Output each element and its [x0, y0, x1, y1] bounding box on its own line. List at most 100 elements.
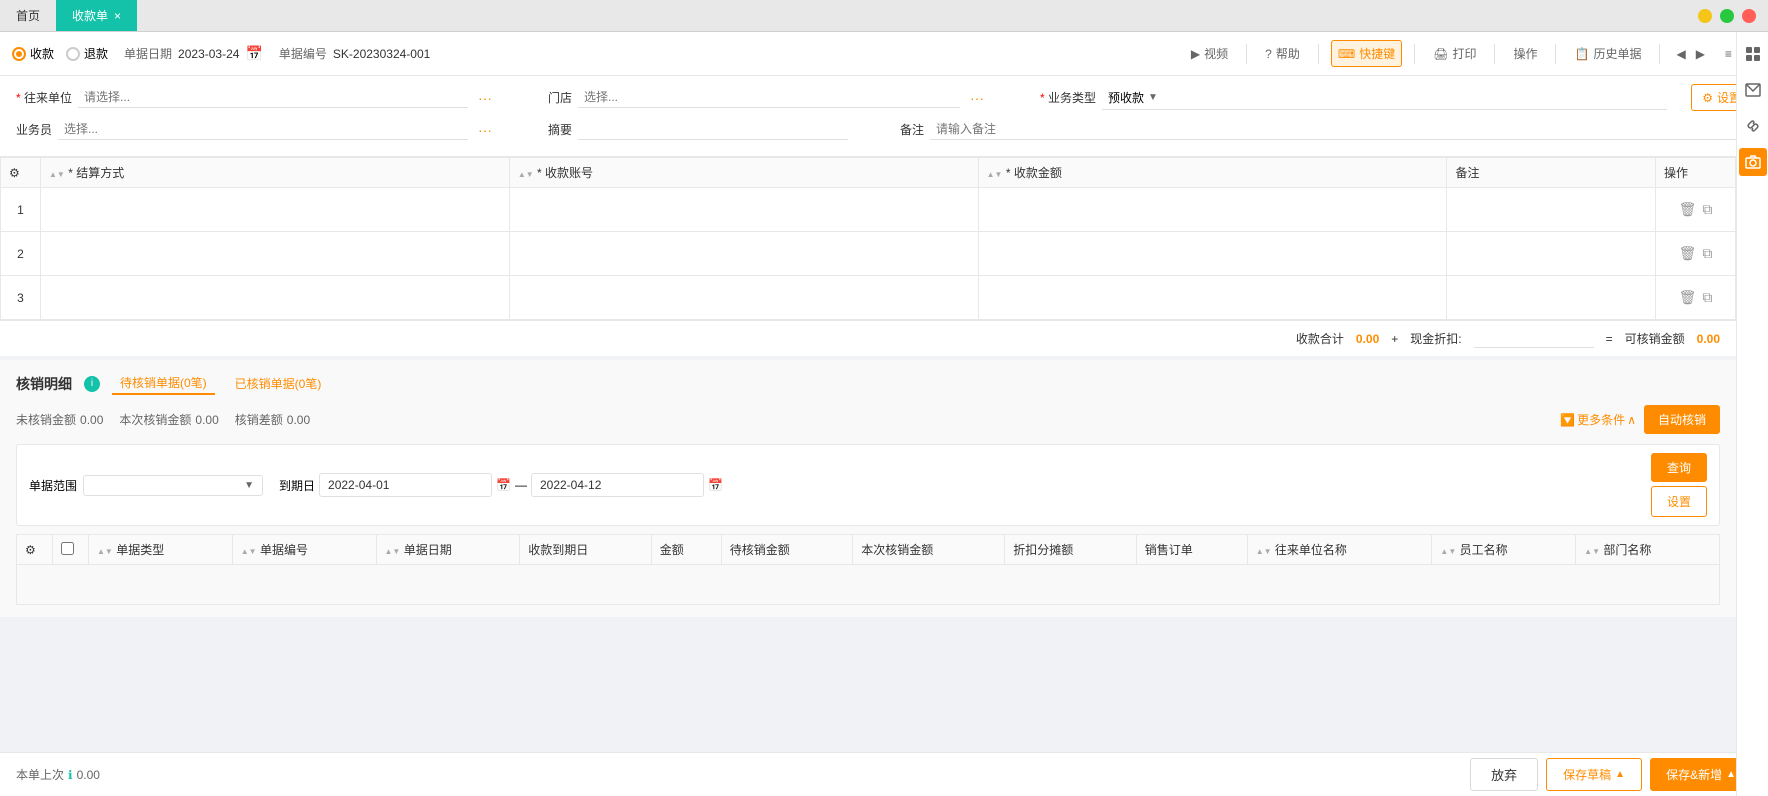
row-3-note[interactable]: [1447, 276, 1656, 320]
bottom-col-settings[interactable]: ⚙: [17, 535, 53, 565]
done-tab[interactable]: 已核销单据(0笔): [227, 373, 330, 394]
diff-value: 0.00: [287, 413, 310, 427]
discount-label: 现金折扣:: [1410, 330, 1461, 347]
sort-account-icon[interactable]: ▲▼: [518, 171, 534, 179]
sort-dept-icon[interactable]: ▲▼: [1584, 548, 1600, 556]
unchecked-label: 未核销金额: [16, 411, 76, 428]
col-amount-label: * 收款金额: [1006, 166, 1062, 180]
shortcut-icon: ⌨: [1338, 47, 1355, 61]
store-input[interactable]: [578, 87, 960, 108]
more-conditions-btn[interactable]: 🔽 更多条件 ∧: [1560, 411, 1636, 428]
sort-date-icon[interactable]: ▲▼: [385, 548, 401, 556]
select-all-checkbox[interactable]: [61, 542, 74, 555]
sidebar-email-icon[interactable]: [1739, 76, 1767, 104]
sort-amount-icon[interactable]: ▲▼: [987, 171, 1003, 179]
col-date-label: 单据日期: [404, 543, 452, 557]
col-due-label: 收款到期日: [528, 543, 588, 557]
history-btn[interactable]: 📋 历史单据: [1568, 41, 1647, 66]
bottom-col-type: ▲▼ 单据类型: [89, 535, 233, 565]
save-draft-button[interactable]: 保存草稿 ▲: [1546, 758, 1642, 791]
row-3-method[interactable]: [41, 276, 510, 320]
row-2-method[interactable]: [41, 232, 510, 276]
video-icon: ▶: [1191, 47, 1200, 61]
sidebar-camera-icon[interactable]: [1739, 148, 1767, 176]
video-btn[interactable]: ▶ 视频: [1185, 41, 1234, 66]
date-to-input[interactable]: [531, 473, 704, 497]
row-1-note[interactable]: [1447, 188, 1656, 232]
cal-to-icon[interactable]: 📅: [708, 478, 723, 492]
counterparty-more-btn[interactable]: ···: [474, 90, 496, 106]
help-btn[interactable]: ? 帮助: [1259, 41, 1306, 66]
col-note-label: 备注: [1455, 166, 1479, 180]
table-row: 2 🗑 ⧉: [1, 232, 1736, 276]
row-1-amount[interactable]: [978, 188, 1447, 232]
refund-radio[interactable]: 退款: [66, 45, 108, 62]
row-2-delete-icon[interactable]: 🗑: [1679, 245, 1697, 262]
abandon-button[interactable]: 放弃: [1470, 758, 1538, 791]
discount-input[interactable]: [1474, 329, 1594, 348]
info-icon[interactable]: i: [84, 376, 100, 392]
col-settings-header[interactable]: ⚙: [1, 158, 41, 188]
col-account-label: * 收款账号: [537, 166, 593, 180]
receipt-type-group: 收款 退款: [12, 45, 108, 62]
window-minimize[interactable]: [1698, 9, 1712, 23]
counterparty-input[interactable]: [78, 87, 468, 108]
next-arrow[interactable]: ▶: [1692, 45, 1709, 63]
receipt-table: ⚙ ▲▼ * 结算方式 ▲▼ * 收款账号 ▲▼ * 收款金额 备注: [0, 157, 1736, 320]
tab-home[interactable]: 首页: [0, 0, 56, 31]
row-2-note[interactable]: [1447, 232, 1656, 276]
col-pending-label: 待核销金额: [730, 543, 790, 557]
sidebar-link-icon[interactable]: [1739, 112, 1767, 140]
bottom-col-due: 收款到期日: [520, 535, 651, 565]
calendar-icon[interactable]: 📅: [245, 45, 262, 62]
window-maximize[interactable]: [1720, 9, 1734, 23]
sidebar-table-icon[interactable]: [1739, 40, 1767, 68]
tab-close-icon[interactable]: ×: [114, 9, 121, 23]
operation-btn[interactable]: 操作: [1507, 41, 1543, 66]
row-3-account[interactable]: [509, 276, 978, 320]
sort-method-icon[interactable]: ▲▼: [49, 171, 65, 179]
summary-input[interactable]: [578, 119, 848, 140]
date-range-separator: —: [515, 478, 527, 492]
prev-arrow[interactable]: ◀: [1672, 45, 1689, 63]
row-1-delete-icon[interactable]: 🗑: [1679, 201, 1697, 218]
window-close[interactable]: [1742, 9, 1756, 23]
row-3-delete-icon[interactable]: 🗑: [1679, 289, 1697, 306]
date-from-input[interactable]: [319, 473, 492, 497]
row-3-amount[interactable]: [978, 276, 1447, 320]
row-2-amount[interactable]: [978, 232, 1447, 276]
sort-staff-icon[interactable]: ▲▼: [1440, 548, 1456, 556]
sort-type-icon[interactable]: ▲▼: [97, 548, 113, 556]
note-input[interactable]: [930, 119, 1752, 140]
verify-section: 核销明细 i 待核销单据(0笔) 已核销单据(0笔) 未核销金额 0.00 本次…: [0, 360, 1736, 617]
bottom-bar: 本单上次 ℹ 0.00 放弃 保存草稿 ▲ 保存&新增 ▲: [0, 752, 1768, 796]
list-layout-icon[interactable]: ≡: [1721, 45, 1736, 63]
save-new-arrow-icon: ▲: [1726, 769, 1736, 780]
row-3-copy-icon[interactable]: ⧉: [1702, 289, 1712, 306]
range-select[interactable]: ▼: [83, 475, 263, 496]
print-btn[interactable]: 🖨 打印: [1427, 41, 1482, 66]
business-type-select[interactable]: 预收款 ▼: [1102, 86, 1667, 110]
row-2-account[interactable]: [509, 232, 978, 276]
store-more-btn[interactable]: ···: [966, 90, 988, 106]
row-1-method[interactable]: [41, 188, 510, 232]
auto-verify-btn[interactable]: 自动核销: [1644, 405, 1720, 434]
query-btn[interactable]: 查询: [1651, 453, 1707, 482]
row-1-account[interactable]: [509, 188, 978, 232]
row-2-copy-icon[interactable]: ⧉: [1702, 245, 1712, 262]
settings-btn[interactable]: 设置: [1651, 486, 1707, 517]
receipt-radio[interactable]: 收款: [12, 45, 54, 62]
sort-counterparty-icon[interactable]: ▲▼: [1256, 548, 1272, 556]
pending-tab[interactable]: 待核销单据(0笔): [112, 372, 215, 395]
chevron-down-icon: ▼: [1148, 92, 1158, 103]
store-label: 门店: [548, 89, 572, 106]
table-section: ⚙ ▲▼ * 结算方式 ▲▼ * 收款账号 ▲▼ * 收款金额 备注: [0, 157, 1736, 356]
staff-more-btn[interactable]: ···: [474, 122, 496, 138]
date-label: 单据日期: [124, 45, 172, 62]
staff-input[interactable]: [58, 119, 468, 140]
cal-from-icon[interactable]: 📅: [496, 478, 511, 492]
tab-receipt[interactable]: 收款单 ×: [56, 0, 137, 31]
shortcut-btn[interactable]: ⌨ 快捷键: [1331, 40, 1402, 67]
sort-number-icon[interactable]: ▲▼: [241, 548, 257, 556]
row-1-copy-icon[interactable]: ⧉: [1702, 201, 1712, 218]
